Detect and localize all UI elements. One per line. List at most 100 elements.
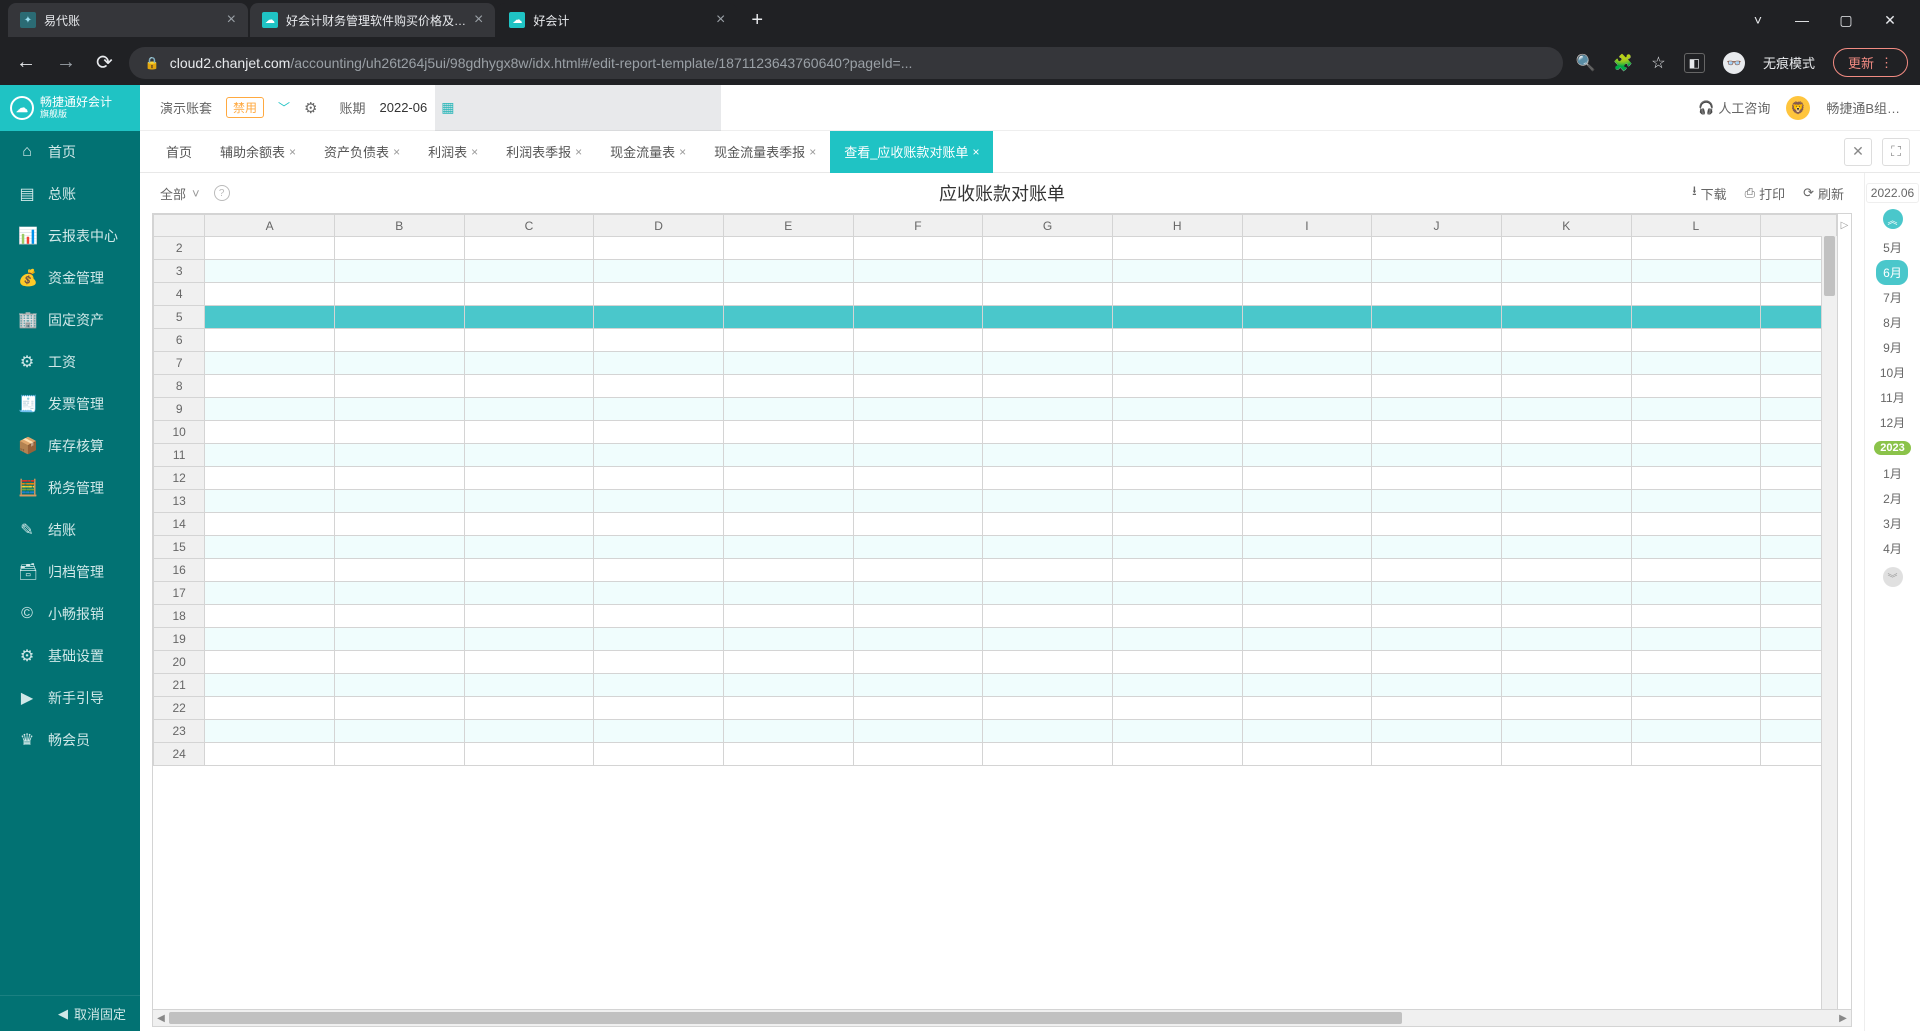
cell-F7[interactable] (853, 352, 983, 375)
cell-E16[interactable] (723, 559, 853, 582)
cell-H8[interactable] (1112, 375, 1242, 398)
col-header-D[interactable]: D (594, 215, 724, 237)
row-header[interactable]: 16 (154, 559, 205, 582)
col-header-G[interactable]: G (983, 215, 1113, 237)
cell-F13[interactable] (853, 490, 983, 513)
page-tab-6[interactable]: 现金流量表季报× (700, 131, 830, 173)
minimize-icon[interactable]: — (1792, 12, 1812, 29)
cell-F21[interactable] (853, 674, 983, 697)
cell-H21[interactable] (1112, 674, 1242, 697)
month-1月[interactable]: 1月 (1877, 461, 1908, 486)
close-icon[interactable]: × (474, 11, 483, 29)
cell-L9[interactable] (1631, 398, 1761, 421)
cell-B6[interactable] (334, 329, 464, 352)
cell-E17[interactable] (723, 582, 853, 605)
cell-K9[interactable] (1501, 398, 1631, 421)
cell-K22[interactable] (1501, 697, 1631, 720)
cell-F12[interactable] (853, 467, 983, 490)
cell-H16[interactable] (1112, 559, 1242, 582)
cell-D4[interactable] (594, 283, 724, 306)
sidebar-item-3[interactable]: 💰资金管理 (0, 257, 140, 299)
browser-tab-0[interactable]: ✦ 易代账 × (8, 3, 248, 37)
month-2月[interactable]: 2月 (1877, 486, 1908, 511)
close-icon[interactable]: × (393, 145, 400, 159)
cell-J14[interactable] (1372, 513, 1502, 536)
cell-G12[interactable] (983, 467, 1113, 490)
close-tab-button[interactable]: ✕ (1844, 138, 1872, 166)
cell-C20[interactable] (464, 651, 594, 674)
cell-K7[interactable] (1501, 352, 1631, 375)
row-header[interactable]: 13 (154, 490, 205, 513)
cell-J20[interactable] (1372, 651, 1502, 674)
cell-A22[interactable] (205, 697, 335, 720)
row-header[interactable]: 24 (154, 743, 205, 766)
cell-K21[interactable] (1501, 674, 1631, 697)
sidebar-item-6[interactable]: 🧾发票管理 (0, 383, 140, 425)
cell-J19[interactable] (1372, 628, 1502, 651)
cell-D23[interactable] (594, 720, 724, 743)
cell-E19[interactable] (723, 628, 853, 651)
cell-B21[interactable] (334, 674, 464, 697)
page-tab-7[interactable]: 查看_应收账款对账单× (830, 131, 993, 173)
cell-C12[interactable] (464, 467, 594, 490)
cell-I16[interactable] (1242, 559, 1372, 582)
cell-K19[interactable] (1501, 628, 1631, 651)
cell-H23[interactable] (1112, 720, 1242, 743)
cell-B18[interactable] (334, 605, 464, 628)
cell-A9[interactable] (205, 398, 335, 421)
cell-L17[interactable] (1631, 582, 1761, 605)
close-icon[interactable]: × (716, 11, 725, 29)
sidebar-unpin[interactable]: ◀ 取消固定 (0, 995, 140, 1031)
cell-C2[interactable] (464, 237, 594, 260)
browser-tab-1[interactable]: ☁ 好会计财务管理软件购买价格及… × (250, 3, 495, 37)
cell-H3[interactable] (1112, 260, 1242, 283)
sidebar-item-13[interactable]: ▶新手引导 (0, 677, 140, 719)
sidebar-item-7[interactable]: 📦库存核算 (0, 425, 140, 467)
cell-L7[interactable] (1631, 352, 1761, 375)
cell-E12[interactable] (723, 467, 853, 490)
cell-E15[interactable] (723, 536, 853, 559)
cell-G24[interactable] (983, 743, 1113, 766)
cell-C23[interactable] (464, 720, 594, 743)
cell-A19[interactable] (205, 628, 335, 651)
cell-A15[interactable] (205, 536, 335, 559)
sidebar-item-14[interactable]: ♛畅会员 (0, 719, 140, 761)
sidebar-item-1[interactable]: ▤总账 (0, 173, 140, 215)
cell-L13[interactable] (1631, 490, 1761, 513)
cell-C6[interactable] (464, 329, 594, 352)
cell-D9[interactable] (594, 398, 724, 421)
star-icon[interactable]: ☆ (1651, 53, 1665, 73)
cell-L21[interactable] (1631, 674, 1761, 697)
row-header[interactable]: 8 (154, 375, 205, 398)
corner-cell[interactable] (154, 215, 205, 237)
cell-E23[interactable] (723, 720, 853, 743)
download-button[interactable]: ⭳下载 (1692, 182, 1727, 204)
sidebar-item-4[interactable]: 🏢固定资产 (0, 299, 140, 341)
scroll-left-icon[interactable]: ◀ (153, 1010, 169, 1026)
cell-D14[interactable] (594, 513, 724, 536)
month-5月[interactable]: 5月 (1874, 235, 1911, 260)
fullscreen-button[interactable]: ⛶ (1882, 138, 1910, 166)
cell-B7[interactable] (334, 352, 464, 375)
cell-B16[interactable] (334, 559, 464, 582)
cell-I11[interactable] (1242, 444, 1372, 467)
cell-E24[interactable] (723, 743, 853, 766)
cell-B14[interactable] (334, 513, 464, 536)
cell-K24[interactable] (1501, 743, 1631, 766)
cell-J11[interactable] (1372, 444, 1502, 467)
cell-H6[interactable] (1112, 329, 1242, 352)
cell-G5[interactable] (983, 306, 1113, 329)
cell-L8[interactable] (1631, 375, 1761, 398)
close-icon[interactable]: × (679, 145, 686, 159)
cell-E7[interactable] (723, 352, 853, 375)
cell-H7[interactable] (1112, 352, 1242, 375)
cell-J12[interactable] (1372, 467, 1502, 490)
cell-K10[interactable] (1501, 421, 1631, 444)
cell-E8[interactable] (723, 375, 853, 398)
cell-D8[interactable] (594, 375, 724, 398)
month-3月[interactable]: 3月 (1877, 511, 1908, 536)
cell-K2[interactable] (1501, 237, 1631, 260)
disable-button[interactable]: 禁用 (226, 97, 264, 118)
cell-E21[interactable] (723, 674, 853, 697)
page-tab-5[interactable]: 现金流量表× (596, 131, 700, 173)
